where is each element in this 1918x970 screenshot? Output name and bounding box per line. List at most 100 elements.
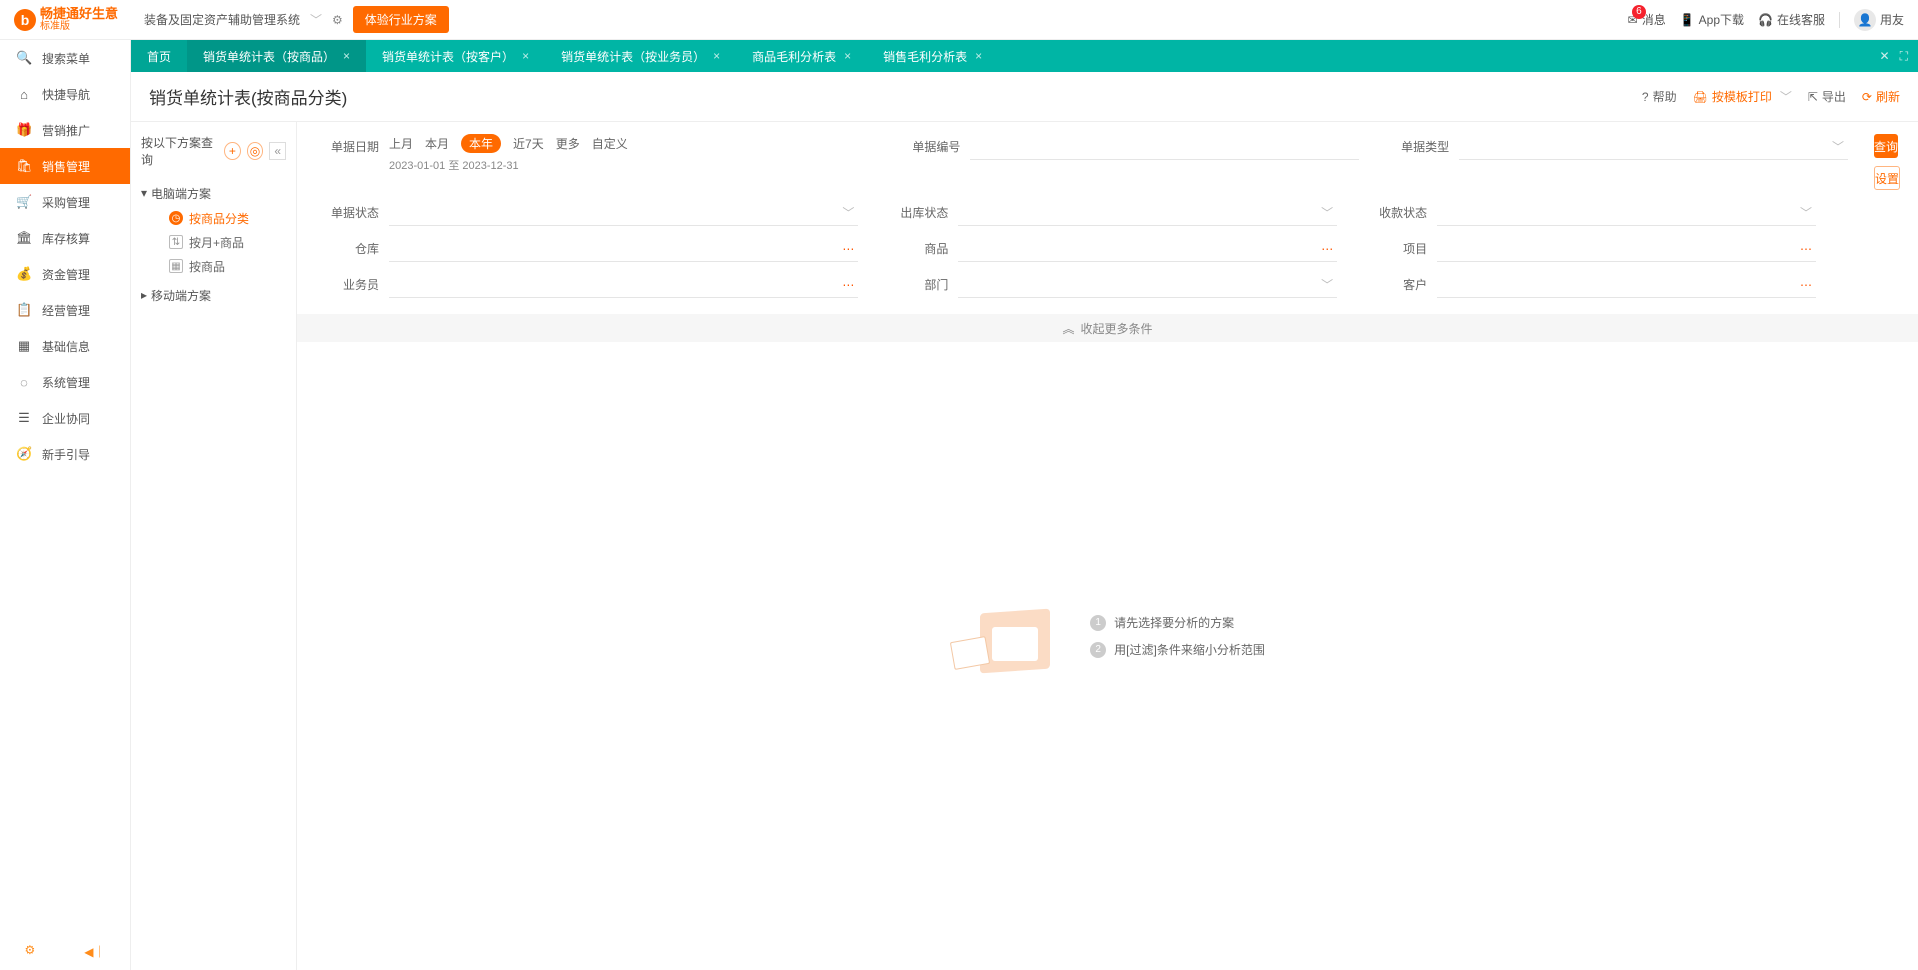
date-chip-0[interactable]: 上月: [389, 135, 413, 152]
sidebar-settings-icon[interactable]: ⚙: [25, 943, 36, 960]
sidebar-label: 销售管理: [42, 158, 90, 175]
sidebar-icon: 💰: [16, 266, 32, 282]
sidebar-label: 搜索菜单: [42, 50, 90, 67]
tab-0[interactable]: 销货单统计表（按商品）×: [187, 40, 366, 72]
sidebar-label: 营销推广: [42, 122, 90, 139]
tab-label: 商品毛利分析表: [752, 48, 836, 65]
close-tab-icon[interactable]: ×: [844, 49, 851, 63]
input-product[interactable]: ⋯: [958, 236, 1337, 262]
close-all-tabs-icon[interactable]: ✕: [1880, 49, 1890, 63]
select-billtype[interactable]: ﹀: [1459, 134, 1848, 160]
scheme-leaf-2[interactable]: ▦按商品: [141, 254, 292, 278]
date-chip-3[interactable]: 近7天: [513, 135, 544, 152]
filter-label-customer: 客户: [1363, 272, 1427, 293]
sidebar-footer: ⚙ ◀｜: [0, 933, 130, 970]
try-industry-button[interactable]: 体验行业方案: [353, 6, 449, 33]
scheme-leaf-0[interactable]: ◷按商品分类: [141, 206, 292, 230]
sidebar-collapse-icon[interactable]: ◀｜: [84, 943, 105, 960]
sidebar-label: 采购管理: [42, 194, 90, 211]
leaf-icon: ⇅: [169, 235, 183, 249]
add-scheme-icon[interactable]: +: [224, 142, 241, 160]
scheme-panel: 按以下方案查询 + ◎ « ▾电脑端方案 ◷按商品分类⇅按月+商品▦按商品 ▸移…: [131, 122, 297, 970]
scheme-leaf-1[interactable]: ⇅ 按月+商品: [141, 230, 292, 254]
tab-label: 销货单统计表（按业务员）: [561, 48, 705, 65]
filter-label-billno: 单据编号: [896, 134, 960, 155]
tab-4[interactable]: 销售毛利分析表×: [867, 40, 998, 72]
date-chip-4[interactable]: 更多: [556, 135, 580, 152]
close-tab-icon[interactable]: ×: [343, 49, 350, 63]
sidebar-item-11[interactable]: 🧭新手引导: [0, 436, 130, 472]
sidebar-item-6[interactable]: 💰资金管理: [0, 256, 130, 292]
close-tab-icon[interactable]: ×: [522, 49, 529, 63]
select-outstatus[interactable]: ﹀: [958, 200, 1337, 226]
sidebar-item-7[interactable]: 📋经营管理: [0, 292, 130, 328]
date-chip-5[interactable]: 自定义: [592, 135, 628, 152]
filter-label-paystatus: 收款状态: [1363, 200, 1427, 221]
tree-node-mobile[interactable]: ▸移动端方案: [141, 282, 292, 308]
sidebar-icon: 🛍: [16, 158, 32, 174]
fullscreen-icon[interactable]: ⛶: [1900, 49, 1908, 64]
sidebar-icon: ☰: [16, 410, 32, 426]
sidebar-item-4[interactable]: 🛒采购管理: [0, 184, 130, 220]
top-links: ✉ 消息 📱 App下载 🎧 在线客服 👤 用友: [1628, 9, 1904, 31]
filter-label-project: 项目: [1363, 236, 1427, 257]
input-sales[interactable]: ⋯: [389, 272, 858, 298]
select-paystatus[interactable]: ﹀: [1437, 200, 1816, 226]
message-link[interactable]: ✉ 消息: [1628, 11, 1666, 28]
tab-2[interactable]: 销货单统计表（按业务员） ×: [545, 40, 736, 72]
sidebar-item-1[interactable]: ⌂快捷导航: [0, 76, 130, 112]
collapse-scheme-icon[interactable]: «: [269, 142, 286, 160]
input-billno[interactable]: [970, 134, 1359, 160]
date-chip-2[interactable]: 本年: [461, 134, 501, 153]
input-customer[interactable]: ⋯: [1437, 272, 1816, 298]
date-chips: 上月本月本年近7天更多自定义: [389, 134, 870, 153]
input-project[interactable]: ⋯: [1437, 236, 1816, 262]
date-chip-1[interactable]: 本月: [425, 135, 449, 152]
help-button[interactable]: ?帮助: [1642, 88, 1677, 105]
collapse-filters-button[interactable]: ︽ 收起更多条件: [297, 314, 1918, 342]
leaf-icon: ▦: [169, 259, 183, 273]
sidebar-item-3[interactable]: 🛍 销售管理: [0, 148, 130, 184]
gear-icon[interactable]: ⚙: [332, 13, 343, 27]
target-scheme-icon[interactable]: ◎: [247, 142, 264, 160]
sidebar-item-2[interactable]: 🎁营销推广: [0, 112, 130, 148]
tab-3[interactable]: 商品毛利分析表 ×: [736, 40, 867, 72]
sidebar-item-5[interactable]: 🏛库存核算: [0, 220, 130, 256]
divider: [1839, 12, 1840, 28]
online-service-link[interactable]: 🎧 在线客服: [1758, 11, 1825, 28]
app-download-link[interactable]: 📱 App下载: [1680, 11, 1744, 28]
filter-label-warehouse: 仓库: [315, 236, 379, 257]
export-icon: ⇱: [1808, 90, 1818, 104]
select-billstatus[interactable]: ﹀: [389, 200, 858, 226]
sidebar-item-0[interactable]: 🔍 搜索菜单: [0, 40, 130, 76]
chevron-down-icon: ﹀: [310, 11, 322, 28]
tree-node-pc[interactable]: ▾电脑端方案: [141, 180, 292, 206]
user-menu[interactable]: 👤 用友: [1854, 9, 1904, 31]
close-tab-icon[interactable]: ×: [975, 49, 982, 63]
search-button[interactable]: 查询: [1874, 134, 1898, 158]
filter-label-sales: 业务员: [315, 272, 379, 293]
close-tab-icon[interactable]: ×: [713, 49, 720, 63]
sidebar-item-9[interactable]: ◌系统管理: [0, 364, 130, 400]
sidebar-icon: 🔍: [16, 50, 32, 66]
avatar-icon: 👤: [1854, 9, 1876, 31]
system-selector[interactable]: 装备及固定资产辅助管理系统 ﹀ ⚙: [144, 11, 343, 28]
print-template-button[interactable]: 🖨按模板打印﹀: [1693, 88, 1792, 105]
settings-button[interactable]: 设置: [1874, 166, 1900, 190]
select-dept[interactable]: ﹀: [958, 272, 1337, 298]
sidebar-icon: 📋: [16, 302, 32, 318]
leaf-label: 按月+商品: [189, 234, 244, 251]
leaf-icon: ◷: [169, 211, 183, 225]
sidebar-item-10[interactable]: ☰企业协同: [0, 400, 130, 436]
chevron-up-icon: ︽: [1062, 320, 1074, 337]
phone-icon: 📱: [1680, 13, 1695, 27]
export-button[interactable]: ⇱导出: [1808, 88, 1846, 105]
refresh-button[interactable]: ⟳刷新: [1862, 88, 1900, 105]
input-warehouse[interactable]: ⋯: [389, 236, 858, 262]
brand-sub: 标准版: [40, 22, 118, 32]
print-icon: 🖨: [1693, 90, 1708, 104]
sidebar-item-8[interactable]: ▦基础信息: [0, 328, 130, 364]
tab-home[interactable]: 首页: [131, 40, 187, 72]
app-download-label: App下载: [1699, 11, 1744, 28]
tab-1[interactable]: 销货单统计表（按客户）×: [366, 40, 545, 72]
